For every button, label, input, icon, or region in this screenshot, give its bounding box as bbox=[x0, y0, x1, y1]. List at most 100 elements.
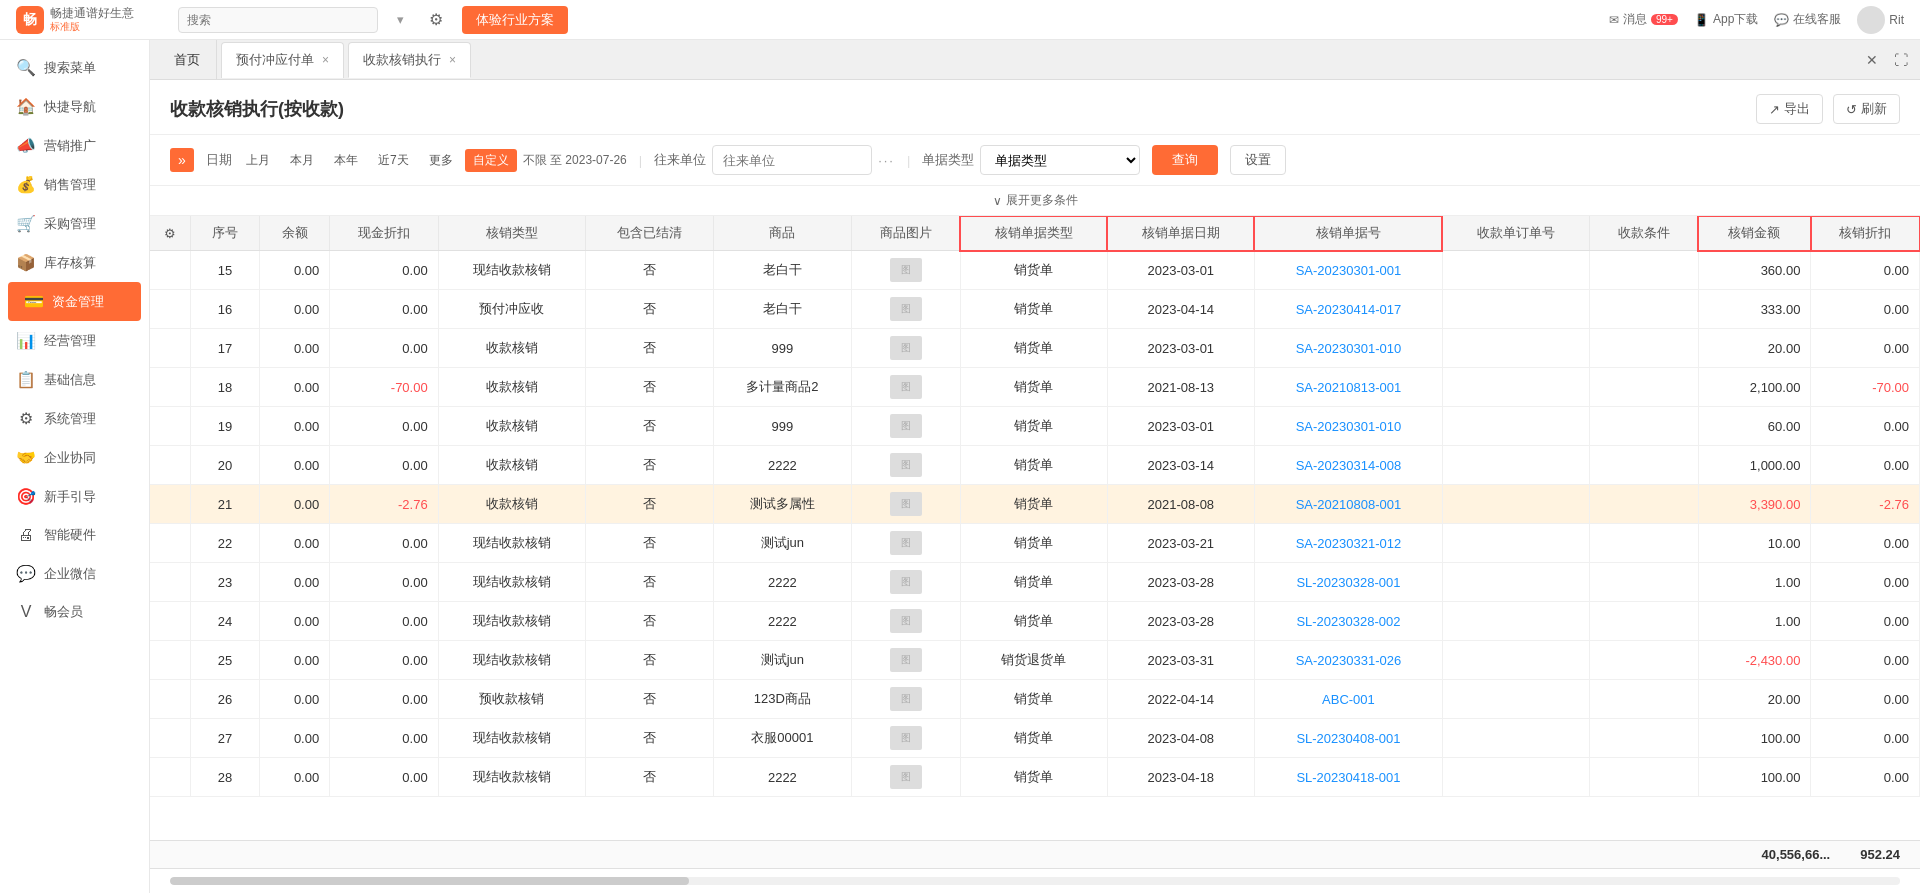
bill-no-cell[interactable]: SA-20230331-026 bbox=[1254, 641, 1442, 680]
sidebar-item-0[interactable]: 🔍搜索菜单 bbox=[0, 48, 149, 87]
settings-button[interactable]: 设置 bbox=[1230, 145, 1286, 175]
balance-cell: 0.00 bbox=[260, 602, 330, 641]
bill-no-cell[interactable]: SA-20230301-001 bbox=[1254, 251, 1442, 290]
bill-no-cell[interactable]: SL-20230418-001 bbox=[1254, 758, 1442, 797]
custom-date-option[interactable]: 自定义 bbox=[465, 149, 517, 172]
bill-type-select[interactable]: 单据类型 bbox=[980, 145, 1140, 175]
sidebar-item-1[interactable]: 🏠快捷导航 bbox=[0, 87, 149, 126]
7days-option[interactable]: 近7天 bbox=[370, 149, 417, 172]
sidebar-item-8[interactable]: 📋基础信息 bbox=[0, 360, 149, 399]
receipt-order-no-cell bbox=[1442, 758, 1589, 797]
bill-no-cell[interactable]: SL-20230328-001 bbox=[1254, 563, 1442, 602]
industry-solution-button[interactable]: 体验行业方案 bbox=[462, 6, 568, 34]
sidebar-item-7[interactable]: 📊经营管理 bbox=[0, 321, 149, 360]
more-date-option[interactable]: 更多 bbox=[421, 149, 461, 172]
sidebar-item-14[interactable]: V畅会员 bbox=[0, 593, 149, 631]
table-row: 16 0.00 0.00 预付冲应收 否 老白干 图 销货单 2023-04-1… bbox=[150, 290, 1920, 329]
product-cell: 2222 bbox=[713, 602, 852, 641]
sidebar-item-3[interactable]: 💰销售管理 bbox=[0, 165, 149, 204]
online-service-button[interactable]: 💬 在线客服 bbox=[1774, 11, 1841, 28]
bill-no-cell[interactable]: SA-20210813-001 bbox=[1254, 368, 1442, 407]
balance-cell: 0.00 bbox=[260, 290, 330, 329]
horizontal-scrollbar[interactable] bbox=[170, 877, 1900, 885]
message-button[interactable]: ✉ 消息 99+ bbox=[1609, 11, 1678, 28]
bill-no-cell[interactable]: SA-20230301-010 bbox=[1254, 407, 1442, 446]
window-close-button[interactable]: ✕ bbox=[1862, 48, 1882, 72]
seq-cell: 21 bbox=[190, 485, 260, 524]
col-settings-cell bbox=[150, 719, 190, 758]
sidebar-item-12[interactable]: 🖨智能硬件 bbox=[0, 516, 149, 554]
this-year-option[interactable]: 本年 bbox=[326, 149, 366, 172]
bill-date-cell: 2021-08-13 bbox=[1107, 368, 1254, 407]
cash-discount-cell: -2.76 bbox=[330, 485, 438, 524]
verify-amount-cell: 1.00 bbox=[1698, 563, 1811, 602]
bill-no-cell[interactable]: ABC-001 bbox=[1254, 680, 1442, 719]
user-avatar[interactable]: Rit bbox=[1857, 6, 1904, 34]
chevron-down-icon[interactable]: ▾ bbox=[390, 10, 410, 30]
bill-no-link: SL-20230418-001 bbox=[1296, 770, 1400, 785]
table-row: 27 0.00 0.00 现结收款核销 否 衣服00001 图 销货单 2023… bbox=[150, 719, 1920, 758]
col-bill-report-type: 核销单据类型 bbox=[960, 216, 1107, 251]
app-download-button[interactable]: 📱 App下载 bbox=[1694, 11, 1758, 28]
balance-cell: 0.00 bbox=[260, 563, 330, 602]
window-maximize-button[interactable]: ⛶ bbox=[1890, 48, 1912, 72]
bill-no-cell[interactable]: SA-20230414-017 bbox=[1254, 290, 1442, 329]
cash-discount-cell: 0.00 bbox=[330, 719, 438, 758]
last-month-option[interactable]: 上月 bbox=[238, 149, 278, 172]
this-month-option[interactable]: 本月 bbox=[282, 149, 322, 172]
tab-verify[interactable]: 收款核销执行 × bbox=[348, 42, 471, 78]
sidebar-item-9[interactable]: ⚙系统管理 bbox=[0, 399, 149, 438]
bill-type-label: 单据类型 bbox=[922, 151, 974, 169]
bill-no-cell[interactable]: SA-20230301-010 bbox=[1254, 329, 1442, 368]
sidebar-item-2[interactable]: 📣营销推广 bbox=[0, 126, 149, 165]
page-header: 收款核销执行(按收款) ↗ 导出 ↺ 刷新 bbox=[150, 80, 1920, 135]
verify-type-cell: 现结收款核销 bbox=[438, 641, 585, 680]
sidebar-item-11[interactable]: 🎯新手引导 bbox=[0, 477, 149, 516]
refresh-button[interactable]: ↺ 刷新 bbox=[1833, 94, 1900, 124]
receipt-order-no-cell bbox=[1442, 563, 1589, 602]
balance-cell: 0.00 bbox=[260, 680, 330, 719]
tab-home[interactable]: 首页 bbox=[158, 40, 217, 80]
col-settings[interactable]: ⚙ bbox=[150, 216, 190, 251]
col-settings-cell bbox=[150, 368, 190, 407]
logo-area: 畅 畅捷通谱好生意 标准版 bbox=[16, 6, 166, 34]
col-settings-cell bbox=[150, 251, 190, 290]
verify-type-cell: 现结收款核销 bbox=[438, 524, 585, 563]
expand-more-button[interactable]: ∨ 展开更多条件 bbox=[993, 192, 1078, 209]
bill-no-cell[interactable]: SA-20230314-008 bbox=[1254, 446, 1442, 485]
product-image-cell: 图 bbox=[852, 446, 960, 485]
bill-no-cell[interactable]: SA-20210808-001 bbox=[1254, 485, 1442, 524]
bill-no-link: SL-20230408-001 bbox=[1296, 731, 1400, 746]
col-verify-amount: 核销金额 bbox=[1698, 216, 1811, 251]
cash-discount-cell: 0.00 bbox=[330, 290, 438, 329]
bill-no-link: SA-20230331-026 bbox=[1296, 653, 1402, 668]
close-icon[interactable]: × bbox=[322, 53, 329, 67]
bill-no-cell[interactable]: SL-20230408-001 bbox=[1254, 719, 1442, 758]
balance-cell: 0.00 bbox=[260, 329, 330, 368]
bill-no-cell[interactable]: SA-20230321-012 bbox=[1254, 524, 1442, 563]
col-settings-cell bbox=[150, 602, 190, 641]
search-input[interactable] bbox=[178, 7, 378, 33]
gear-icon[interactable]: ⚙ bbox=[422, 6, 450, 34]
sidebar-item-10[interactable]: 🤝企业协同 bbox=[0, 438, 149, 477]
bill-no-cell[interactable]: SL-20230328-002 bbox=[1254, 602, 1442, 641]
sidebar-item-6[interactable]: 💳资金管理 bbox=[8, 282, 141, 321]
expand-filter-button[interactable]: » bbox=[170, 148, 194, 172]
tab-prepay[interactable]: 预付冲应付单 × bbox=[221, 42, 344, 78]
sidebar-icon-3: 💰 bbox=[16, 175, 36, 194]
export-button[interactable]: ↗ 导出 bbox=[1756, 94, 1823, 124]
sidebar-item-13[interactable]: 💬企业微信 bbox=[0, 554, 149, 593]
bill-no-link: SA-20230321-012 bbox=[1296, 536, 1402, 551]
bill-type-filter-group: 单据类型 单据类型 bbox=[922, 145, 1140, 175]
verify-amount-cell: 333.00 bbox=[1698, 290, 1811, 329]
verify-discount-cell: 0.00 bbox=[1811, 446, 1920, 485]
verify-type-cell: 现结收款核销 bbox=[438, 563, 585, 602]
sidebar-item-5[interactable]: 📦库存核算 bbox=[0, 243, 149, 282]
sidebar-item-4[interactable]: 🛒采购管理 bbox=[0, 204, 149, 243]
partner-input[interactable] bbox=[712, 145, 872, 175]
data-table-container[interactable]: ⚙ 序号 余额 现金折扣 核销类型 包含已结清 商品 商品图片 核销单据类型 核… bbox=[150, 216, 1920, 840]
balance-cell: 0.00 bbox=[260, 446, 330, 485]
query-button[interactable]: 查询 bbox=[1152, 145, 1218, 175]
close-icon[interactable]: × bbox=[449, 53, 456, 67]
logo-icon: 畅 bbox=[16, 6, 44, 34]
